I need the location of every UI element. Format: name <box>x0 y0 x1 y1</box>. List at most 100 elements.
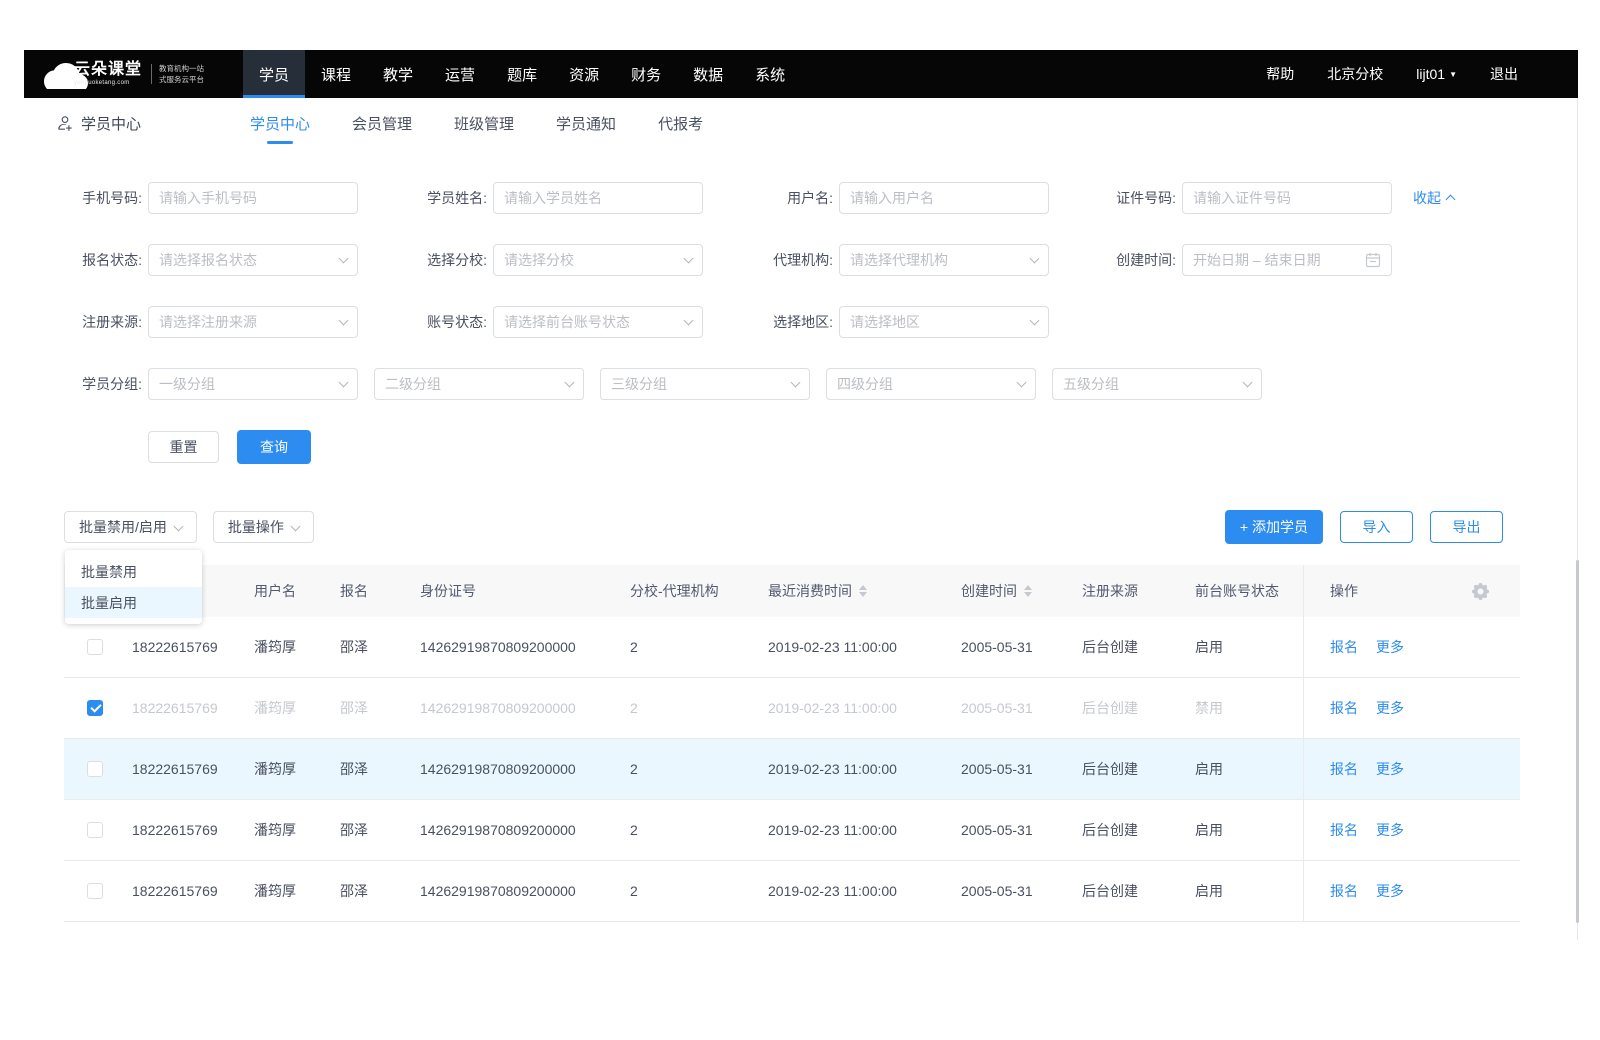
action-more-link[interactable]: 更多 <box>1376 759 1404 779</box>
topnav-item-teaching[interactable]: 教学 <box>367 50 429 98</box>
table-toolbar: 批量禁用/启用 批量操作 + 添加学员 导入 导出 <box>24 510 1577 544</box>
tab-class-mgmt[interactable]: 班级管理 <box>454 98 514 148</box>
header-col-id-card: 身份证号 <box>420 581 630 601</box>
value-id_card: 14262919870809200000 <box>420 883 576 899</box>
filter-select-enroll-status[interactable]: 请选择报名状态 <box>148 244 358 276</box>
action-enroll-link[interactable]: 报名 <box>1330 759 1358 779</box>
cell-id_card: 14262919870809200000 <box>420 639 630 655</box>
tab-member-mgmt[interactable]: 会员管理 <box>352 98 412 148</box>
row-checkbox[interactable] <box>87 761 103 777</box>
chevron-down-icon <box>1017 377 1027 387</box>
value-id_card: 14262919870809200000 <box>420 700 576 716</box>
value-enroll: 邵泽 <box>340 761 368 777</box>
topnav-item-courses[interactable]: 课程 <box>305 50 367 98</box>
filter-select-group-level-3[interactable]: 三级分组 <box>600 368 810 400</box>
value-source: 后台创建 <box>1082 700 1138 716</box>
row-checkbox-cell <box>64 761 132 777</box>
topnav-item-finance[interactable]: 财务 <box>615 50 677 98</box>
sort-desc-icon <box>859 592 867 597</box>
action-more-link[interactable]: 更多 <box>1376 881 1404 901</box>
value-enroll: 邵泽 <box>340 700 368 716</box>
filter-select-branch[interactable]: 请选择分校 <box>493 244 703 276</box>
filter-daterange-create-time[interactable]: 开始日期 – 结束日期 <box>1182 244 1392 276</box>
filter-select-group-level-1[interactable]: 一级分组 <box>148 368 358 400</box>
value-source: 后台创建 <box>1082 822 1138 838</box>
value-source: 后台创建 <box>1082 639 1138 655</box>
export-button[interactable]: 导出 <box>1430 511 1503 543</box>
action-enroll-link[interactable]: 报名 <box>1330 881 1358 901</box>
filter-select-group-level-2[interactable]: 二级分组 <box>374 368 584 400</box>
tab-student-center[interactable]: 学员中心 <box>250 98 310 148</box>
collapse-filters-link[interactable]: 收起 <box>1413 182 1454 214</box>
topnav-item-data[interactable]: 数据 <box>677 50 739 98</box>
topnav-right-user[interactable]: lijt01▼ <box>1416 66 1457 82</box>
filter-label-student-name: 学员姓名: <box>409 182 487 214</box>
filter-select-group-level-4[interactable]: 四级分组 <box>826 368 1036 400</box>
filter-select-agency[interactable]: 请选择代理机构 <box>839 244 1049 276</box>
filter-input-student-name[interactable] <box>493 182 703 214</box>
filter-select-register-source[interactable]: 请选择注册来源 <box>148 306 358 338</box>
topnav-right-help[interactable]: 帮助 <box>1266 64 1294 84</box>
filter-field-register-source: 注册来源:请选择注册来源 <box>64 306 358 338</box>
cell-id_card: 14262919870809200000 <box>420 883 630 899</box>
header-text-branch-agency: 分校-代理机构 <box>630 581 719 601</box>
filter-select-account-status[interactable]: 请选择前台账号状态 <box>493 306 703 338</box>
search-button[interactable]: 查询 <box>237 430 311 464</box>
cell-branch: 2 <box>630 822 768 838</box>
action-more-link[interactable]: 更多 <box>1376 637 1404 657</box>
tab-exam-agency[interactable]: 代报考 <box>658 98 703 148</box>
chevron-up-icon <box>1446 195 1456 205</box>
action-more-link[interactable]: 更多 <box>1376 820 1404 840</box>
gear-icon[interactable] <box>1472 583 1489 600</box>
value-last_consume: 2019-02-23 11:00:00 <box>768 822 897 838</box>
brand-logo[interactable]: 云朵课堂 yunduoketang.com 教育机构一站 式服务云平台 <box>24 50 243 98</box>
row-checkbox[interactable] <box>87 639 103 655</box>
add-student-button[interactable]: + 添加学员 <box>1225 510 1323 544</box>
topnav-item-question-bank[interactable]: 题库 <box>491 50 553 98</box>
vertical-scrollbar[interactable] <box>1576 560 1579 923</box>
topnav-item-students[interactable]: 学员 <box>243 50 305 98</box>
topnav-menu: 学员课程教学运营题库资源财务数据系统 <box>243 50 801 98</box>
batch-operations-button[interactable]: 批量操作 <box>213 511 314 543</box>
filter-label-student-group: 学员分组: <box>64 368 142 400</box>
topnav-item-operation[interactable]: 运营 <box>429 50 491 98</box>
value-enroll: 邵泽 <box>340 883 368 899</box>
filter-field-agency: 代理机构:请选择代理机构 <box>755 244 1049 276</box>
cell-created: 2005-05-31 <box>961 639 1082 655</box>
sort-icon[interactable] <box>1024 585 1032 597</box>
batch-enable-disable-button[interactable]: 批量禁用/启用 <box>64 511 197 543</box>
reset-button[interactable]: 重置 <box>148 431 219 463</box>
row-checkbox[interactable] <box>87 883 103 899</box>
table-row: 18222615769潘筠厚邵泽142629198708092000002201… <box>64 861 1520 922</box>
topnav-item-resources[interactable]: 资源 <box>553 50 615 98</box>
row-checkbox[interactable] <box>87 822 103 838</box>
cell-actions: 报名更多 <box>1303 739 1440 799</box>
topnav-right-branch[interactable]: 北京分校 <box>1327 64 1383 84</box>
filter-select-region[interactable]: 请选择地区 <box>839 306 1049 338</box>
select-placeholder: 请选择代理机构 <box>850 250 1031 270</box>
value-created: 2005-05-31 <box>961 883 1033 899</box>
header-text-last-consume: 最近消费时间 <box>768 581 852 601</box>
value-created: 2005-05-31 <box>961 761 1033 777</box>
dropdown-item-批量禁用[interactable]: 批量禁用 <box>65 556 202 587</box>
header-col-last-consume: 最近消费时间 <box>768 581 961 601</box>
filter-label-username: 用户名: <box>755 182 833 214</box>
action-more-link[interactable]: 更多 <box>1376 698 1404 718</box>
import-button[interactable]: 导入 <box>1340 511 1413 543</box>
action-enroll-link[interactable]: 报名 <box>1330 637 1358 657</box>
cell-created: 2005-05-31 <box>961 822 1082 838</box>
value-phone: 18222615769 <box>132 822 218 838</box>
action-enroll-link[interactable]: 报名 <box>1330 820 1358 840</box>
filter-input-phone[interactable] <box>148 182 358 214</box>
tab-student-notice[interactable]: 学员通知 <box>556 98 616 148</box>
filter-input-id-number[interactable] <box>1182 182 1392 214</box>
topnav-right-logout[interactable]: 退出 <box>1490 64 1518 84</box>
topnav-item-system[interactable]: 系统 <box>739 50 801 98</box>
filter-input-username[interactable] <box>839 182 1049 214</box>
action-enroll-link[interactable]: 报名 <box>1330 698 1358 718</box>
filter-select-group-level-5[interactable]: 五级分组 <box>1052 368 1262 400</box>
value-enroll: 邵泽 <box>340 822 368 838</box>
row-checkbox[interactable] <box>87 700 103 716</box>
dropdown-item-批量启用[interactable]: 批量启用 <box>65 587 202 618</box>
sort-icon[interactable] <box>859 585 867 597</box>
